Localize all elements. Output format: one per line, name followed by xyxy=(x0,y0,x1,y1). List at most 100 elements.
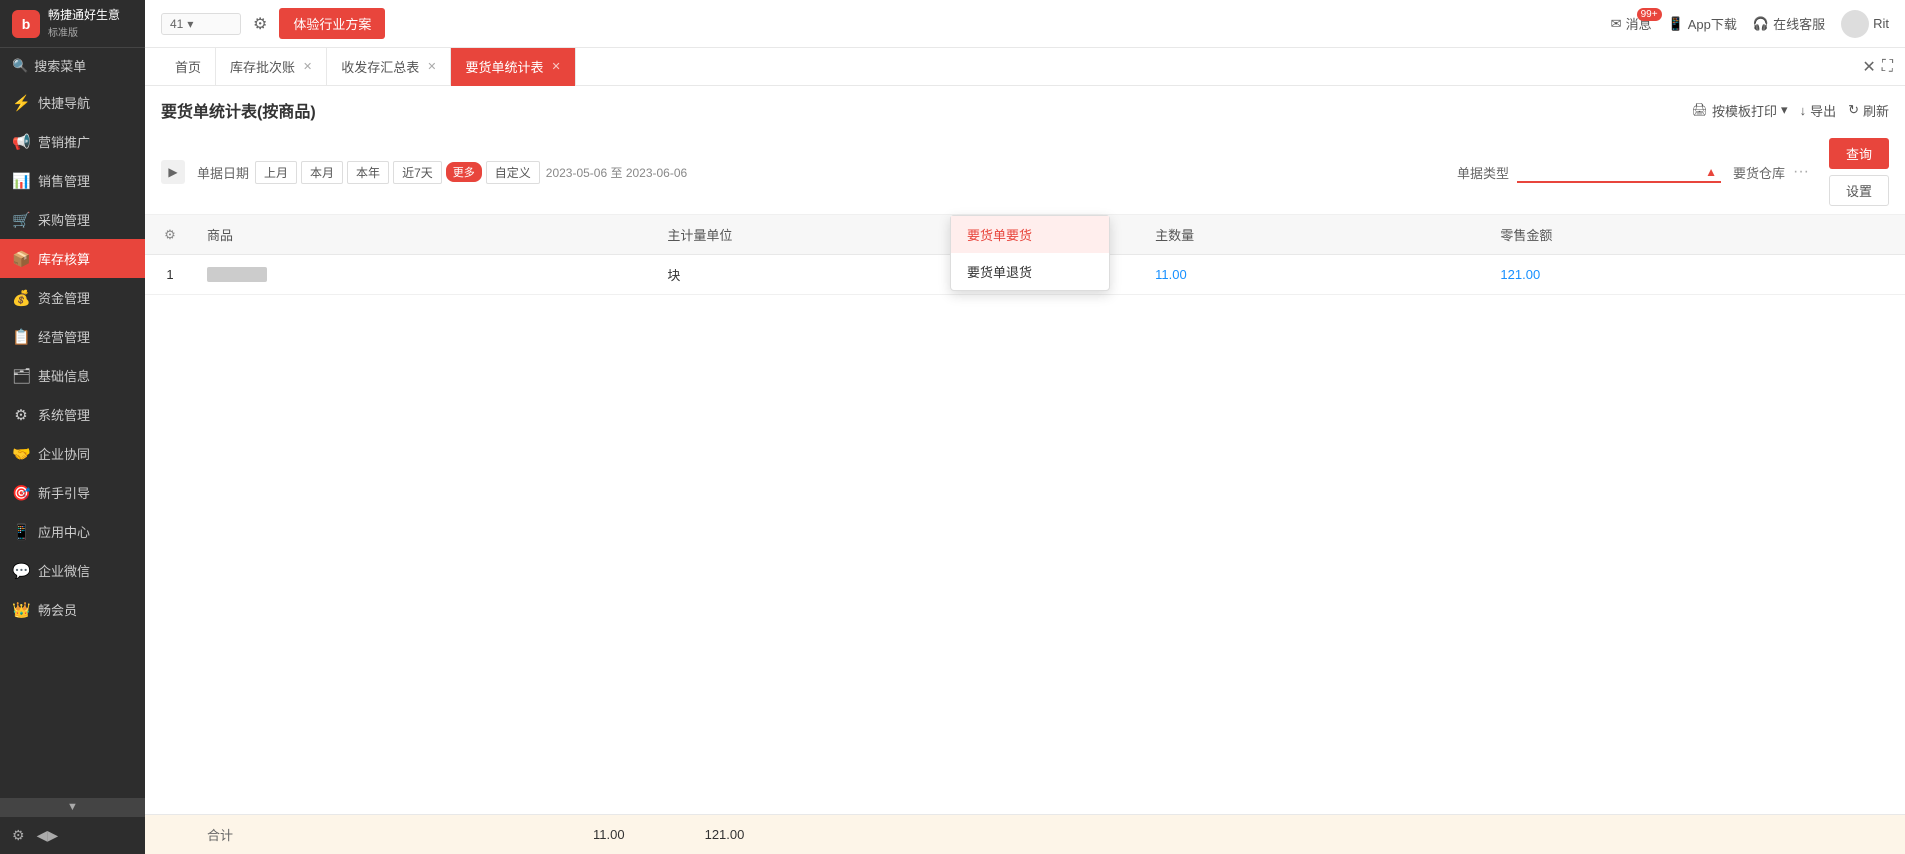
app-logo-icon: b xyxy=(12,10,40,38)
tab-home[interactable]: 首页 xyxy=(161,48,216,86)
user-avatar xyxy=(1841,10,1869,38)
store-selector[interactable]: 41 ▾ xyxy=(161,13,241,35)
sidebar-item-wechat[interactable]: 💬 企业微信 xyxy=(0,551,145,590)
date-curr-month[interactable]: 本月 xyxy=(301,161,343,184)
message-icon: ✉ xyxy=(1611,16,1622,32)
tab-inventory-batch[interactable]: 库存批次账 ✕ xyxy=(216,48,327,86)
page-header: 要货单统计表(按商品) 🖨 按模板打印 ▾ ↓ 导出 ↻ 刷新 xyxy=(145,86,1905,130)
close-tab-recv-summary[interactable]: ✕ xyxy=(427,60,436,73)
warehouse-section: 要货仓库 ··· xyxy=(1733,163,1809,182)
col-settings: ⚙ xyxy=(145,215,195,255)
date-7days[interactable]: 近7天 xyxy=(393,161,442,184)
type-filter-section: 单据类型 ▲ xyxy=(1457,162,1721,183)
topbar-right: ✉ 消息 99+ 📱 App下载 🎧 在线客服 Rit xyxy=(1611,10,1889,38)
warehouse-label: 要货仓库 xyxy=(1733,163,1785,182)
col-qty: 主数量 xyxy=(1143,215,1488,255)
warehouse-more-dots[interactable]: ··· xyxy=(1793,163,1809,181)
topbar-left: 41 ▾ ⚙ 体验行业方案 xyxy=(161,8,1599,39)
collapse-toggle-icon[interactable]: ◀▶ xyxy=(37,827,59,844)
dropdown-item-order-goods[interactable]: 要货单要货 xyxy=(951,216,1109,253)
refresh-btn[interactable]: ↻ 刷新 xyxy=(1848,101,1889,120)
sidebar-item-system[interactable]: ⚙ 系统管理 xyxy=(0,395,145,434)
type-input[interactable] xyxy=(1517,162,1721,183)
sidebar-item-guide[interactable]: 🎯 新手引导 xyxy=(0,473,145,512)
operations-icon: 📋 xyxy=(12,328,30,346)
marketing-icon: 📢 xyxy=(12,133,30,151)
quick-nav-icon: ⚡ xyxy=(12,94,30,112)
dropdown-item-order-return[interactable]: 要货单退货 xyxy=(951,253,1109,290)
sidebar-item-finance[interactable]: 💰 资金管理 xyxy=(0,278,145,317)
tab-order-stats[interactable]: 要货单统计表 ✕ xyxy=(451,48,575,86)
date-prev-month[interactable]: 上月 xyxy=(255,161,297,184)
filter-expand-btn[interactable]: ▶ xyxy=(161,160,185,184)
sidebar-item-marketing[interactable]: 📢 营销推广 xyxy=(0,122,145,161)
footer-label: 合计 xyxy=(207,825,233,844)
topbar-settings-icon[interactable]: ⚙ xyxy=(249,10,271,38)
table-footer: 合计 11.00 121.00 xyxy=(145,814,1905,854)
col-amount: 零售金额 xyxy=(1488,215,1905,255)
online-service-item[interactable]: 🎧 在线客服 xyxy=(1753,14,1825,33)
date-btns: 上月 本月 本年 近7天 更多 自定义 xyxy=(255,161,540,184)
dropdown-arrow-icon: ▾ xyxy=(187,17,193,31)
date-this-year[interactable]: 本年 xyxy=(347,161,389,184)
cell-qty: 11.00 xyxy=(1143,255,1488,295)
setup-btn[interactable]: 设置 xyxy=(1829,175,1889,206)
app-download-item[interactable]: 📱 App下载 xyxy=(1668,14,1737,33)
sidebar-nav: ⚡ 快捷导航 📢 营销推广 📊 销售管理 🛒 采购管理 📦 库存核算 💰 资金管… xyxy=(0,83,145,798)
guide-icon: 🎯 xyxy=(12,484,30,502)
table-wrap: ⚙ 商品 主计量单位 主数量 零售金额 xyxy=(145,215,1905,814)
date-label: 单据日期 xyxy=(197,163,249,182)
sidebar-item-basics[interactable]: 🗂 基础信息 xyxy=(0,356,145,395)
date-range-display: 2023-05-06 至 2023-06-06 xyxy=(546,164,687,181)
print-arrow-icon: ▾ xyxy=(1781,102,1788,118)
close-tab-order-stats[interactable]: ✕ xyxy=(552,60,561,73)
amount-link[interactable]: 121.00 xyxy=(1500,267,1540,282)
cell-goods: ██████ xyxy=(195,255,655,295)
apps-icon: 📱 xyxy=(12,523,30,541)
sidebar-item-purchase[interactable]: 🛒 采购管理 xyxy=(0,200,145,239)
sidebar-item-operations[interactable]: 📋 经营管理 xyxy=(0,317,145,356)
search-icon: 🔍 xyxy=(12,58,28,74)
enterprise-icon: 🤝 xyxy=(12,445,30,463)
basics-icon: 🗂 xyxy=(12,367,30,385)
date-filter-section: 单据日期 上月 本月 本年 近7天 更多 自定义 2023-05-06 至 20… xyxy=(197,161,687,184)
date-custom[interactable]: 自定义 xyxy=(486,161,540,184)
messages-badge: 99+ xyxy=(1637,8,1662,21)
settings-footer-icon[interactable]: ⚙ xyxy=(12,827,25,844)
export-btn[interactable]: ↓ 导出 xyxy=(1800,101,1837,120)
page-title: 要货单统计表(按商品) xyxy=(161,98,316,122)
sidebar-scroll-down[interactable]: ▼ xyxy=(0,798,145,816)
cell-amount: 121.00 xyxy=(1488,255,1905,295)
search-menu[interactable]: 🔍 搜索菜单 xyxy=(0,48,145,83)
user-avatar-wrap[interactable]: Rit xyxy=(1841,10,1889,38)
sidebar-item-sales[interactable]: 📊 销售管理 xyxy=(0,161,145,200)
purchase-icon: 🛒 xyxy=(12,211,30,229)
sidebar-logo: b 畅捷通好生意 标准版 xyxy=(0,0,145,48)
sidebar-item-apps[interactable]: 📱 应用中心 xyxy=(0,512,145,551)
date-more-badge[interactable]: 更多 xyxy=(446,162,482,182)
sidebar-footer: ⚙ ◀▶ xyxy=(0,816,145,854)
type-dropdown-arrow[interactable]: ▲ xyxy=(1705,165,1717,179)
sidebar-item-quick-nav[interactable]: ⚡ 快捷导航 xyxy=(0,83,145,122)
query-btn[interactable]: 查询 xyxy=(1829,138,1889,169)
finance-icon: 💰 xyxy=(12,289,30,307)
sidebar-item-member[interactable]: 👑 畅会员 xyxy=(0,590,145,629)
tab-recv-summary[interactable]: 收发存汇总表 ✕ xyxy=(327,48,451,86)
table-settings-icon[interactable]: ⚙ xyxy=(164,227,176,242)
print-btn[interactable]: 🖨 按模板打印 ▾ xyxy=(1692,101,1788,120)
close-tab-inventory-batch[interactable]: ✕ xyxy=(303,60,312,73)
sidebar-item-enterprise[interactable]: 🤝 企业协同 xyxy=(0,434,145,473)
tab-close-all[interactable]: ✕ ⛶ xyxy=(1850,57,1905,77)
sidebar-item-inventory[interactable]: 📦 库存核算 xyxy=(0,239,145,278)
filter-right-btns: 查询 设置 xyxy=(1829,138,1889,206)
system-icon: ⚙ xyxy=(12,406,30,424)
qty-link[interactable]: 11.00 xyxy=(1155,267,1187,282)
print-icon: 🖨 xyxy=(1692,102,1709,118)
messages-item[interactable]: ✉ 消息 99+ xyxy=(1611,14,1652,33)
refresh-icon: ↻ xyxy=(1848,102,1859,118)
sales-icon: 📊 xyxy=(12,172,30,190)
footer-qty: 11.00 xyxy=(593,827,625,842)
main-area: 41 ▾ ⚙ 体验行业方案 ✉ 消息 99+ 📱 App下载 🎧 在线客服 R xyxy=(145,0,1905,854)
sidebar: b 畅捷通好生意 标准版 🔍 搜索菜单 ⚡ 快捷导航 📢 营销推广 📊 销售管理… xyxy=(0,0,145,854)
trial-btn[interactable]: 体验行业方案 xyxy=(279,8,385,39)
